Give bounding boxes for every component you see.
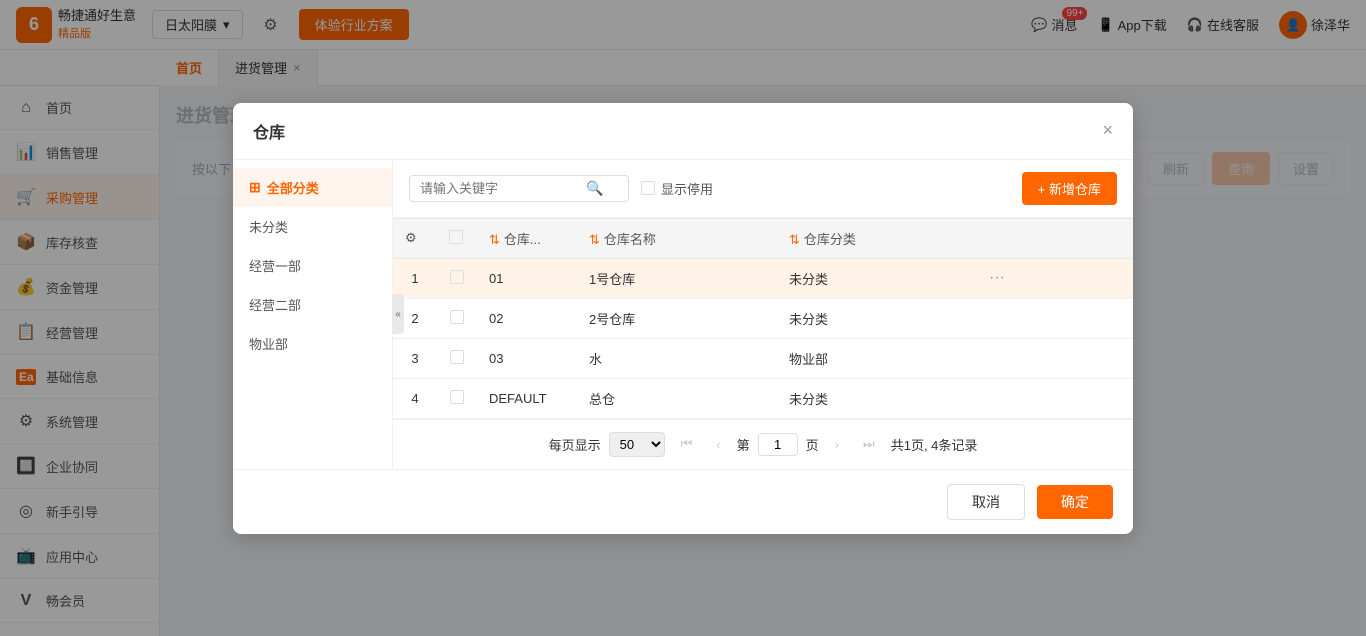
row-category: 未分类	[777, 378, 977, 418]
row-code: 02	[477, 298, 577, 338]
modal-close-btn[interactable]: ×	[1102, 120, 1113, 141]
warehouse-modal: 仓库 × ⊞ 全部分类 未分类 经营一部 经营二部	[233, 103, 1133, 534]
search-icon: 🔍	[586, 180, 603, 197]
row-name: 水	[577, 338, 777, 378]
row-checkbox[interactable]	[450, 270, 464, 284]
th-name: ⇅仓库名称	[577, 218, 777, 258]
category-item-ops1[interactable]: 经营一部	[233, 246, 392, 285]
row-more	[977, 378, 1133, 418]
row-name: 1号仓库	[577, 258, 777, 298]
category-all-label: 全部分类	[267, 178, 319, 197]
row-checkbox[interactable]	[450, 310, 464, 324]
category-item-unclassified-label: 未分类	[249, 220, 288, 235]
confirm-btn[interactable]: 确定	[1037, 485, 1113, 519]
table-panel: 🔍 显示停用 + 新增仓库 ⚙	[393, 160, 1133, 469]
row-category: 物业部	[777, 338, 977, 378]
table-header-row: ⚙ ⇅仓库... ⇅仓库名称	[393, 218, 1133, 258]
row-checkbox-cell	[437, 378, 477, 418]
row-checkbox[interactable]	[450, 350, 464, 364]
row-category: 未分类	[777, 258, 977, 298]
row-checkbox-cell	[437, 338, 477, 378]
cancel-btn[interactable]: 取消	[947, 484, 1025, 520]
table-row: 3 03 水 物业部	[393, 338, 1133, 378]
row-code: 01	[477, 258, 577, 298]
warehouse-table: ⚙ ⇅仓库... ⇅仓库名称	[393, 218, 1133, 419]
th-checkbox	[437, 218, 477, 258]
table-row: 4 DEFAULT 总仓 未分类	[393, 378, 1133, 418]
modal-footer: 取消 确定	[233, 469, 1133, 534]
sort-icon-code: ⇅	[489, 232, 500, 247]
row-more: ···	[977, 258, 1133, 298]
grid-icon: ⊞	[249, 179, 261, 196]
per-page-select[interactable]: 50 100 200	[609, 432, 665, 457]
table-scroll: ⚙ ⇅仓库... ⇅仓库名称	[393, 218, 1133, 419]
row-more	[977, 338, 1133, 378]
row-name: 总仓	[577, 378, 777, 418]
show-disabled-option: 显示停用	[641, 179, 713, 198]
show-disabled-checkbox[interactable]	[641, 181, 655, 195]
select-all-checkbox[interactable]	[449, 230, 463, 244]
category-item-ops1-label: 经营一部	[249, 259, 301, 274]
show-disabled-label: 显示停用	[661, 179, 713, 198]
search-input-wrap: 🔍	[409, 175, 629, 202]
search-bar: 🔍 显示停用 + 新增仓库	[393, 160, 1133, 218]
page-label: 第	[737, 435, 750, 454]
more-options-icon[interactable]: ···	[989, 269, 1005, 286]
th-actions	[977, 218, 1133, 258]
page-unit: 页	[806, 435, 819, 454]
pagination: 每页显示 50 100 200 ⏮ ‹ 第 页 › ⏭ 共1页, 4条记录	[393, 419, 1133, 469]
category-sidebar: ⊞ 全部分类 未分类 经营一部 经营二部 物业部 «	[233, 160, 393, 469]
search-input[interactable]	[420, 181, 580, 196]
row-code: DEFAULT	[477, 378, 577, 418]
category-item-ops2[interactable]: 经营二部	[233, 285, 392, 324]
row-checkbox-cell	[437, 298, 477, 338]
per-page-label: 每页显示	[549, 435, 601, 454]
collapse-category-btn[interactable]: «	[392, 294, 404, 334]
page-next-btn[interactable]: ›	[827, 433, 847, 456]
modal-header: 仓库 ×	[233, 103, 1133, 160]
modal-body: ⊞ 全部分类 未分类 经营一部 经营二部 物业部 «	[233, 160, 1133, 469]
page-prev-btn[interactable]: ‹	[708, 433, 728, 456]
sort-icon-category: ⇅	[789, 232, 800, 247]
row-num: 1	[393, 258, 437, 298]
row-name: 2号仓库	[577, 298, 777, 338]
total-info: 共1页, 4条记录	[891, 435, 978, 454]
th-category: ⇅仓库分类	[777, 218, 977, 258]
row-category: 未分类	[777, 298, 977, 338]
category-item-ops2-label: 经营二部	[249, 298, 301, 313]
category-item-property[interactable]: 物业部	[233, 324, 392, 363]
row-checkbox-cell	[437, 258, 477, 298]
row-num: 3	[393, 338, 437, 378]
page-last-btn[interactable]: ⏭	[855, 432, 883, 456]
th-gear: ⚙	[393, 218, 437, 258]
table-row: 2 02 2号仓库 未分类	[393, 298, 1133, 338]
new-warehouse-btn[interactable]: + 新增仓库	[1022, 172, 1117, 205]
category-all[interactable]: ⊞ 全部分类	[233, 168, 392, 207]
modal-title: 仓库	[253, 119, 285, 143]
page-input[interactable]	[758, 433, 798, 456]
page-first-btn[interactable]: ⏮	[673, 432, 701, 456]
sort-icon-name: ⇅	[589, 232, 600, 247]
category-item-property-label: 物业部	[249, 337, 288, 352]
row-code: 03	[477, 338, 577, 378]
th-code: ⇅仓库...	[477, 218, 577, 258]
row-more	[977, 298, 1133, 338]
modal-overlay: 仓库 × ⊞ 全部分类 未分类 经营一部 经营二部	[0, 0, 1366, 636]
row-num: 4	[393, 378, 437, 418]
row-checkbox[interactable]	[450, 390, 464, 404]
category-item-unclassified[interactable]: 未分类	[233, 207, 392, 246]
table-row: 1 01 1号仓库 未分类 ···	[393, 258, 1133, 298]
